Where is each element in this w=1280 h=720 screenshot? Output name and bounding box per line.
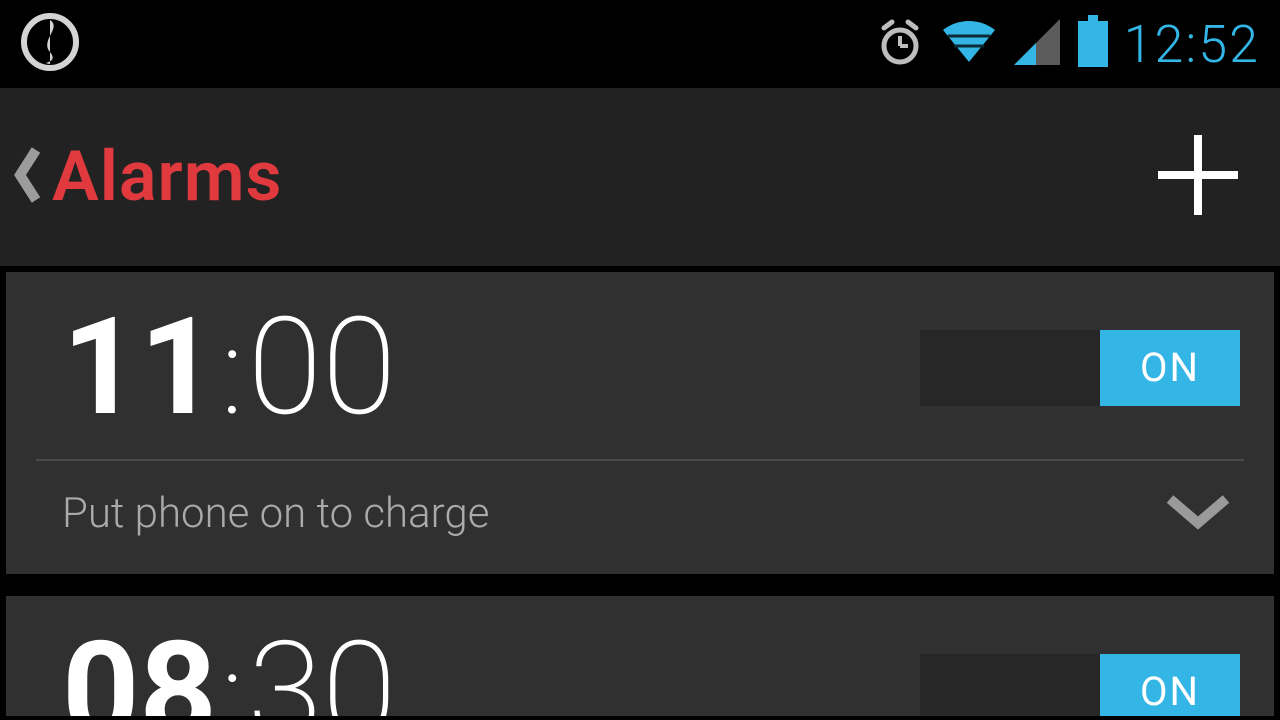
alarm-row-bottom: Put phone on to charge xyxy=(6,461,1274,574)
alarm-colon: : xyxy=(221,313,244,433)
toggle-knob-on: ON xyxy=(1100,330,1240,406)
alarm-toggle[interactable]: ON xyxy=(920,654,1240,717)
app-bar: Alarms xyxy=(0,88,1280,266)
chevron-left-icon xyxy=(10,144,44,210)
list-gap xyxy=(0,574,1280,596)
status-left xyxy=(20,12,80,76)
add-alarm-button[interactable] xyxy=(1156,133,1240,221)
alarm-colon: : xyxy=(221,637,244,716)
wifi-icon xyxy=(940,16,998,72)
alarm-row-top: 08 : 30 ON xyxy=(6,596,1274,716)
alarm-item[interactable]: 11 : 00 ON Put phone on to charge xyxy=(6,272,1274,574)
cellular-icon xyxy=(1012,17,1062,71)
plus-icon xyxy=(1156,202,1240,221)
expand-button[interactable] xyxy=(1162,491,1234,537)
battery-icon xyxy=(1076,15,1110,73)
alarm-list: 11 : 00 ON Put phone on to charge xyxy=(0,266,1280,716)
alarm-time[interactable]: 08 : 30 xyxy=(62,624,396,716)
status-right: 12:52 xyxy=(874,14,1260,75)
page-title: Alarms xyxy=(52,136,283,218)
toggle-track: ON xyxy=(920,654,1240,717)
alarm-row-top: 11 : 00 ON xyxy=(6,272,1274,459)
alarm-icon xyxy=(874,16,926,72)
chevron-down-icon xyxy=(1162,518,1234,537)
status-clock: 12:52 xyxy=(1124,14,1260,75)
alarm-item[interactable]: 08 : 30 ON xyxy=(6,596,1274,716)
status-bar: 12:52 xyxy=(0,0,1280,88)
alarm-minute: 00 xyxy=(248,300,397,435)
back-button[interactable]: Alarms xyxy=(10,136,283,218)
alarm-hour: 08 xyxy=(62,624,217,716)
toggle-knob-on: ON xyxy=(1100,654,1240,717)
alarm-time[interactable]: 11 : 00 xyxy=(62,300,396,435)
alarm-toggle[interactable]: ON xyxy=(920,330,1240,406)
alarm-hour: 11 xyxy=(62,300,217,435)
alarm-label: Put phone on to charge xyxy=(62,489,489,538)
snapdragon-icon xyxy=(20,12,80,76)
alarm-minute: 30 xyxy=(248,624,397,716)
toggle-track: ON xyxy=(920,330,1240,406)
